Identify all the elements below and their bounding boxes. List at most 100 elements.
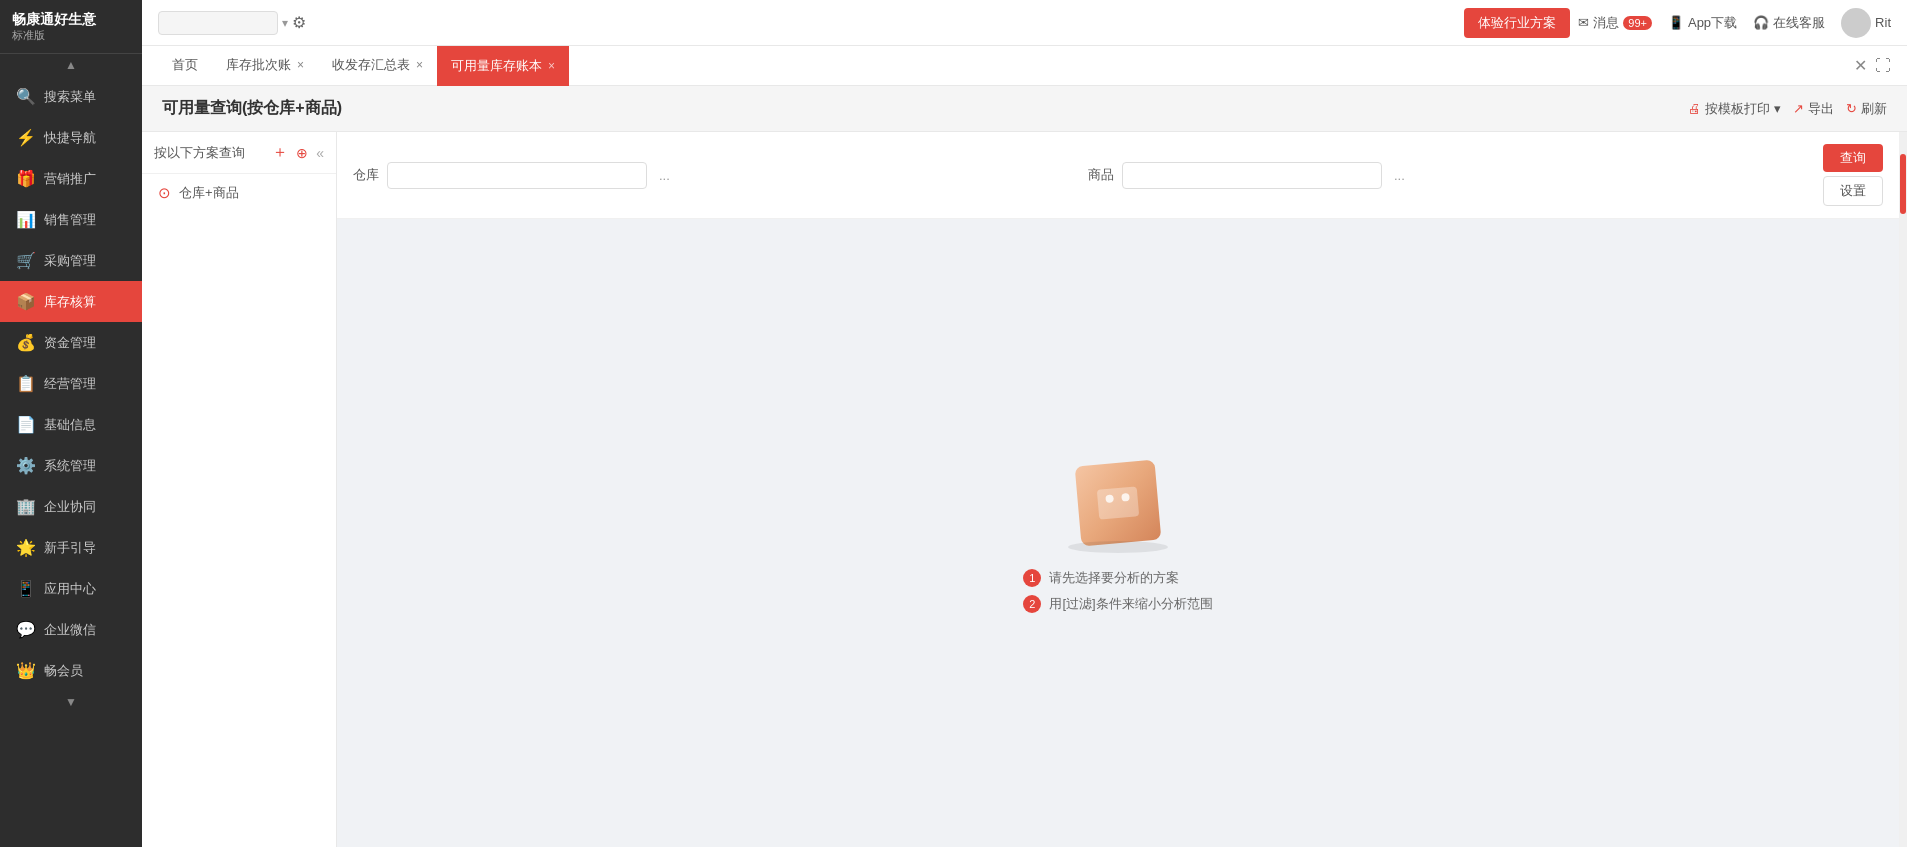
empty-box-face [1097, 486, 1139, 519]
page-header-actions: 🖨 按模板打印 ▾ ↗ 导出 ↻ 刷新 [1688, 100, 1887, 118]
left-panel-title: 按以下方案查询 [154, 144, 264, 162]
tab-summary[interactable]: 收发存汇总表 × [318, 46, 437, 86]
page-title: 可用量查询(按仓库+商品) [162, 98, 342, 119]
scheme-warehouse-product[interactable]: ⊙ 仓库+商品 [142, 174, 336, 212]
crown-icon: 👑 [16, 661, 36, 680]
headset-icon: 🎧 [1753, 15, 1769, 30]
print-icon: 🖨 [1688, 101, 1701, 116]
refresh-button[interactable]: ↻ 刷新 [1846, 100, 1887, 118]
right-content: 仓库 ... 商品 ... 查询 设置 [337, 132, 1899, 847]
clipboard-icon: 📋 [16, 374, 36, 393]
tab-summary-label: 收发存汇总表 [332, 56, 410, 74]
export-button[interactable]: ↗ 导出 [1793, 100, 1834, 118]
sidebar-scroll-up[interactable]: ▲ [0, 54, 142, 76]
sidebar-item-quicknav[interactable]: ⚡ 快捷导航 [0, 117, 142, 158]
sidebar-item-purchase[interactable]: 🛒 采购管理 [0, 240, 142, 281]
app-download-button[interactable]: 📱 App下载 [1668, 14, 1737, 32]
tab-batch[interactable]: 库存批次账 × [212, 46, 318, 86]
empty-box-graphic [1075, 460, 1162, 547]
cart-icon: 🛒 [16, 251, 36, 270]
settings-button[interactable]: 设置 [1823, 176, 1883, 206]
warehouse-filter-group: 仓库 ... [353, 162, 1072, 189]
tab-batch-label: 库存批次账 [226, 56, 291, 74]
sidebar-item-label: 企业协同 [44, 498, 96, 516]
doc-icon: 📄 [16, 415, 36, 434]
lightning-icon: ⚡ [16, 128, 36, 147]
product-more-icon[interactable]: ... [1390, 168, 1409, 183]
product-label: 商品 [1088, 166, 1114, 184]
message-badge: 99+ [1623, 16, 1652, 30]
username-label: Rit [1875, 15, 1891, 30]
user-menu[interactable]: Rit [1841, 8, 1891, 38]
left-panel-header: 按以下方案查询 ＋ ⊕ « [142, 132, 336, 174]
tab-summary-close[interactable]: × [416, 58, 423, 72]
scheme-settings-icon[interactable]: ⊕ [296, 145, 308, 161]
message-label: 消息 [1593, 14, 1619, 32]
chevron-down-icon[interactable]: ▾ [282, 16, 288, 30]
search-icon: 🔍 [16, 87, 36, 106]
app-download-label: App下载 [1688, 14, 1737, 32]
scrollbar-handle[interactable] [1900, 154, 1906, 214]
industry-solution-button[interactable]: 体验行业方案 [1464, 8, 1570, 38]
sidebar-item-newguide[interactable]: 🌟 新手引导 [0, 527, 142, 568]
tab-home[interactable]: 首页 [158, 46, 212, 86]
query-button[interactable]: 查询 [1823, 144, 1883, 172]
tab-available-close[interactable]: × [548, 59, 555, 73]
phone-icon: 📱 [1668, 15, 1684, 30]
tip-text-2: 用[过滤]条件来缩小分析范围 [1049, 595, 1212, 613]
right-scrollbar[interactable] [1899, 132, 1907, 847]
filter-actions: 查询 设置 [1823, 144, 1883, 206]
warehouse-input[interactable] [387, 162, 647, 189]
sidebar-item-search[interactable]: 🔍 搜索菜单 [0, 76, 142, 117]
sidebar-item-marketing[interactable]: 🎁 营销推广 [0, 158, 142, 199]
scheme-icon: ⊙ [158, 184, 171, 202]
refresh-label: 刷新 [1861, 100, 1887, 118]
sidebar-item-inventory[interactable]: 📦 库存核算 [0, 281, 142, 322]
sidebar-item-finance[interactable]: 💰 资金管理 [0, 322, 142, 363]
logo-title: 畅康通好生意 [12, 10, 130, 28]
online-service-button[interactable]: 🎧 在线客服 [1753, 14, 1825, 32]
tabbar-actions: ✕ ⛶ [1854, 56, 1891, 75]
sidebar-item-label: 基础信息 [44, 416, 96, 434]
sidebar-scroll-down[interactable]: ▼ [0, 691, 142, 713]
sidebar-item-enterprise[interactable]: 🏢 企业协同 [0, 486, 142, 527]
sidebar-item-operations[interactable]: 📋 经营管理 [0, 363, 142, 404]
empty-illustration [1058, 453, 1178, 553]
sidebar-item-label: 系统管理 [44, 457, 96, 475]
tab-available[interactable]: 可用量库存账本 × [437, 46, 569, 86]
sidebar-item-label: 库存核算 [44, 293, 96, 311]
tabbar-expand-icon[interactable]: ⛶ [1875, 57, 1891, 75]
breadcrumb: ▾ ⚙ [158, 11, 1456, 35]
topbar-search-input[interactable] [158, 11, 278, 35]
empty-state: 1 请先选择要分析的方案 2 用[过滤]条件来缩小分析范围 [337, 219, 1899, 847]
logo-subtitle: 标准版 [12, 28, 130, 43]
sidebar-item-system[interactable]: ⚙️ 系统管理 [0, 445, 142, 486]
sidebar-item-appcenter[interactable]: 📱 应用中心 [0, 568, 142, 609]
chat-icon: 💬 [16, 620, 36, 639]
print-chevron-icon: ▾ [1774, 101, 1781, 116]
collapse-icon[interactable]: « [316, 145, 324, 161]
tabbar-close-icon[interactable]: ✕ [1854, 56, 1867, 75]
add-scheme-icon[interactable]: ＋ [272, 142, 288, 163]
sidebar-item-label: 企业微信 [44, 621, 96, 639]
online-service-label: 在线客服 [1773, 14, 1825, 32]
messages-button[interactable]: ✉ 消息 99+ [1578, 14, 1652, 32]
product-input[interactable] [1122, 162, 1382, 189]
warehouse-label: 仓库 [353, 166, 379, 184]
sidebar-item-label: 畅会员 [44, 662, 83, 680]
settings-icon[interactable]: ⚙ [292, 13, 306, 32]
left-panel: 按以下方案查询 ＋ ⊕ « ⊙ 仓库+商品 [142, 132, 337, 847]
warehouse-more-icon[interactable]: ... [655, 168, 674, 183]
print-button[interactable]: 🖨 按模板打印 ▾ [1688, 100, 1781, 118]
filter-bar: 仓库 ... 商品 ... 查询 设置 [337, 132, 1899, 219]
sidebar-item-basic[interactable]: 📄 基础信息 [0, 404, 142, 445]
sidebar-item-member[interactable]: 👑 畅会员 [0, 650, 142, 691]
export-label: 导出 [1808, 100, 1834, 118]
empty-tip-1: 1 请先选择要分析的方案 [1023, 569, 1212, 587]
sidebar-item-sales[interactable]: 📊 销售管理 [0, 199, 142, 240]
mobile-icon: 📱 [16, 579, 36, 598]
tab-batch-close[interactable]: × [297, 58, 304, 72]
sidebar-item-label: 资金管理 [44, 334, 96, 352]
gear-icon: ⚙️ [16, 456, 36, 475]
sidebar-item-wechat[interactable]: 💬 企业微信 [0, 609, 142, 650]
